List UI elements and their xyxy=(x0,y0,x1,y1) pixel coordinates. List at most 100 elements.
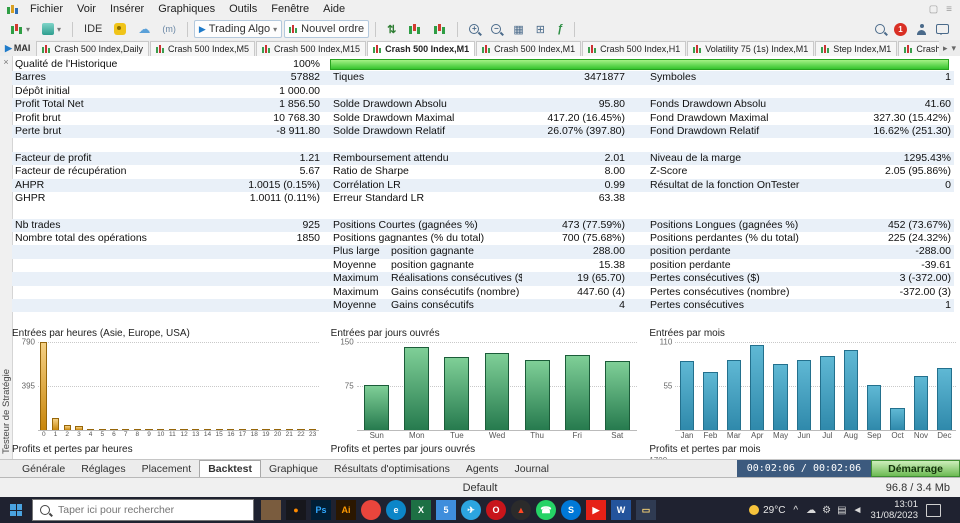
stat-label: Maximum Gains consécutifs (nombre) xyxy=(333,285,520,298)
toolbar-separator xyxy=(186,21,188,37)
metatrader5-app[interactable]: 5 xyxy=(436,500,456,520)
photos-app[interactable] xyxy=(261,500,281,520)
cloud-button[interactable]: ☁ xyxy=(133,20,155,38)
menu-item[interactable]: Aide xyxy=(316,2,352,16)
menu-item[interactable]: Fenêtre xyxy=(264,2,316,16)
window-menu-icon[interactable]: ≡ xyxy=(946,4,952,15)
x-axis-tick: 4 xyxy=(88,431,93,438)
x-axis-tick: Dec xyxy=(937,431,952,440)
excel-app[interactable]: X xyxy=(411,500,431,520)
autotrade-arrows-button[interactable]: ⇅ xyxy=(382,20,401,39)
taskbar-search[interactable] xyxy=(32,499,254,521)
tile-windows-button[interactable]: ⊞ xyxy=(531,20,550,39)
profile-name[interactable]: Default xyxy=(0,482,960,494)
tester-tab-g-n-rale[interactable]: Générale xyxy=(14,460,73,477)
tester-tab-backtest[interactable]: Backtest xyxy=(199,460,261,477)
x-axis-tick: Tue xyxy=(450,431,464,440)
photoshop-app[interactable]: Ps xyxy=(311,500,331,520)
stat-value: 225 (24.32%) xyxy=(887,232,951,245)
trading-algo-button[interactable]: ▶ Trading Algo ▾ xyxy=(193,20,283,38)
skype-app[interactable]: S xyxy=(561,500,581,520)
edge-app[interactable]: e xyxy=(386,500,406,520)
chart-tab[interactable]: Crash 500 Index,M1 xyxy=(476,41,582,56)
menu-item[interactable]: Graphiques xyxy=(151,2,222,16)
menu-bar: Fichier Voir Insérer Graphiques Outils Fenêtr… xyxy=(0,0,960,19)
chart-tab-label: Crash 500 Index,M15 xyxy=(274,44,361,54)
chart-tab[interactable]: Step Index,M1 xyxy=(815,41,898,56)
menu-item[interactable]: Insérer xyxy=(103,2,151,16)
menu-item[interactable]: Outils xyxy=(222,2,264,16)
word-app[interactable]: W xyxy=(611,500,631,520)
tester-tab-r-sultats-d-optimisations[interactable]: Résultats d'optimisations xyxy=(326,460,458,477)
menu-item[interactable]: Fichier xyxy=(23,2,70,16)
candle-chart-button[interactable] xyxy=(428,20,451,38)
chart-tab[interactable]: Crash 500 Index,M1 xyxy=(367,41,476,56)
bar xyxy=(215,429,223,430)
bar xyxy=(913,376,929,430)
stat-value: 8.00 xyxy=(604,165,625,178)
chart-plot-area: 150 75 xyxy=(340,338,638,431)
opera-app[interactable]: O xyxy=(486,500,506,520)
zoom-out-button[interactable]: − xyxy=(486,21,506,37)
notification-center-icon[interactable] xyxy=(926,503,941,517)
history-quality-bar xyxy=(330,59,949,71)
tab-scroll-right-icon[interactable]: ▸ xyxy=(943,43,948,54)
notification-badge[interactable]: 1 xyxy=(894,22,907,36)
toolbar: ▾ ▾ IDE ☁ (m) ▶ Trading Algo ▾ Nouvel or… xyxy=(0,18,960,41)
chart-tab[interactable]: Crash 500 Index,M15 xyxy=(256,41,367,56)
telegram-app[interactable]: ✈ xyxy=(461,500,481,520)
brave-app[interactable]: ▲ xyxy=(511,500,531,520)
chrome-app[interactable] xyxy=(361,500,381,520)
illustrator-app[interactable]: Ai xyxy=(336,500,356,520)
search-icon[interactable] xyxy=(875,24,885,34)
chart-tab[interactable]: Volatility 75 (1s) Index,M1 xyxy=(687,41,815,56)
tray-icon[interactable]: ☁ xyxy=(806,505,816,516)
indicators-button[interactable]: ƒ xyxy=(552,20,568,38)
chart-title: Entrées par heures (Asie, Europe, USA) xyxy=(12,328,190,339)
tray-icon[interactable]: ◄ xyxy=(853,505,863,516)
fl-studio-app[interactable]: ● xyxy=(286,500,306,520)
file-explorer-app[interactable]: ▭ xyxy=(636,500,656,520)
chart-tab[interactable]: Crash 500 Index,M5 xyxy=(149,41,256,56)
tester-tab-placement[interactable]: Placement xyxy=(134,460,200,477)
ide-button[interactable]: IDE xyxy=(79,20,107,38)
chat-icon[interactable] xyxy=(936,24,949,35)
user-account-icon[interactable] xyxy=(916,23,927,35)
profiles-button[interactable]: ▾ xyxy=(37,20,66,38)
grid-button[interactable]: ▦ xyxy=(508,20,528,39)
tester-tab-agents[interactable]: Agents xyxy=(458,460,507,477)
start-menu-button[interactable] xyxy=(0,497,32,523)
start-button[interactable]: Démarrage xyxy=(871,460,960,477)
youtube-app[interactable]: ▶ xyxy=(586,500,606,520)
hidden-icons-chevron[interactable]: ^ xyxy=(793,505,798,516)
y-axis-tick: 790 xyxy=(21,337,35,347)
taskbar-clock[interactable]: 13:01 31/08/2023 xyxy=(870,499,918,521)
y-axis-tick: 55 xyxy=(663,381,673,391)
tray-icon[interactable]: ⚙ xyxy=(822,505,831,516)
mobile-button[interactable]: (m) xyxy=(157,21,181,37)
bar-chart-button[interactable] xyxy=(403,20,426,38)
tester-tab-r-glages[interactable]: Réglages xyxy=(73,460,133,477)
chart-tab[interactable]: Crash 500 Index,Daily xyxy=(36,41,149,56)
tester-tab-graphique[interactable]: Graphique xyxy=(261,460,326,477)
report-row: Facteur de récupération 5.67 Ratio de Shar… xyxy=(12,165,954,178)
tray-icon[interactable]: ▤ xyxy=(837,505,846,516)
menu-item[interactable]: Voir xyxy=(70,2,103,16)
x-axis-tick: 22 xyxy=(297,431,305,438)
tab-strip-badge[interactable]: ▶ MAI xyxy=(0,43,35,54)
whatsapp-app[interactable]: ☎ xyxy=(536,500,556,520)
tab-list-icon[interactable]: ▾ xyxy=(951,43,956,54)
tester-tab-journal[interactable]: Journal xyxy=(507,460,557,477)
new-order-button[interactable]: Nouvel ordre xyxy=(284,20,370,38)
search-input[interactable] xyxy=(56,503,230,517)
close-icon[interactable]: × xyxy=(0,57,12,67)
chart-tab[interactable]: Crash 500 Index,M1 xyxy=(898,41,939,56)
chart-tab[interactable]: Crash 500 Index,H1 xyxy=(582,41,687,56)
zoom-in-button[interactable]: + xyxy=(464,21,484,37)
x-axis-tick: 16 xyxy=(227,431,235,438)
metaeditor-button[interactable] xyxy=(109,20,131,38)
stat-value: 57882 xyxy=(290,71,320,84)
window-restore-icon[interactable]: ▢ xyxy=(929,4,938,15)
new-chart-button[interactable]: ▾ xyxy=(5,20,35,38)
weather-widget[interactable]: 29°C xyxy=(749,505,785,516)
